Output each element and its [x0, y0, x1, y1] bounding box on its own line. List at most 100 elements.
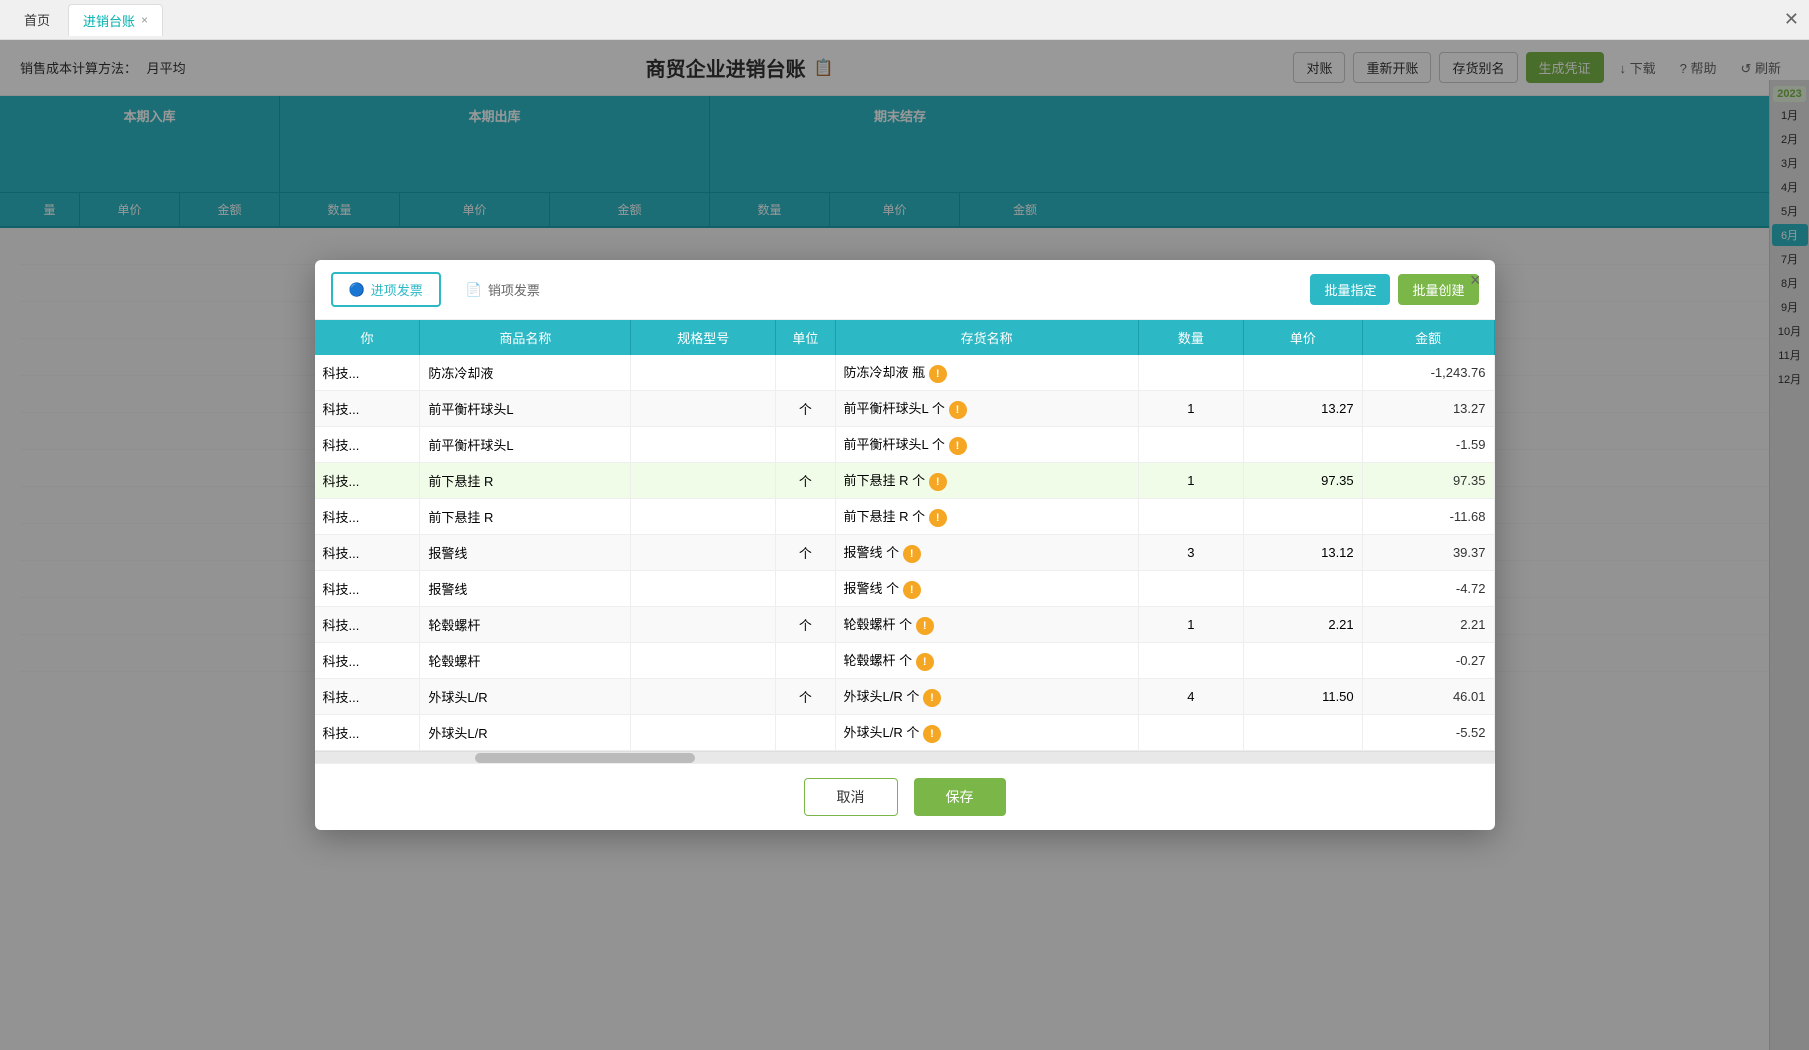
- cell-company: 科技...: [315, 571, 420, 607]
- warning-icon[interactable]: !: [929, 473, 947, 491]
- tab-close-icon[interactable]: ×: [141, 13, 148, 27]
- cell-spec: [631, 499, 776, 535]
- cell-stock: 前下悬挂 R 个 !: [835, 463, 1138, 499]
- table-row: 科技... 前平衡杆球头L 个 前平衡杆球头L 个 ! 1 13.27 13.2…: [315, 391, 1495, 427]
- table-row: 科技... 前下悬挂 R 前下悬挂 R 个 ! -11.68: [315, 499, 1495, 535]
- modal-header-actions: 批量指定 批量创建: [1310, 274, 1478, 305]
- batch-assign-button[interactable]: 批量指定: [1310, 274, 1390, 305]
- cell-amount: -4.72: [1362, 571, 1494, 607]
- cell-qty: [1138, 715, 1243, 751]
- tab-home[interactable]: 首页: [10, 4, 64, 35]
- cell-qty: [1138, 571, 1243, 607]
- warning-icon[interactable]: !: [903, 581, 921, 599]
- cell-amount: -0.27: [1362, 643, 1494, 679]
- cell-qty: [1138, 643, 1243, 679]
- tab-active-label: 进销台账: [83, 11, 135, 30]
- cell-price: [1244, 643, 1363, 679]
- cell-price: 11.50: [1244, 679, 1363, 715]
- tab-outgoing-invoice[interactable]: 📄 销项发票: [449, 273, 557, 306]
- cell-spec: [631, 355, 776, 391]
- cell-stock: 前平衡杆球头L 个 !: [835, 391, 1138, 427]
- cell-price: [1244, 499, 1363, 535]
- cell-amount: 46.01: [1362, 679, 1494, 715]
- warning-icon[interactable]: !: [949, 401, 967, 419]
- col-product: 商品名称: [420, 320, 631, 355]
- cell-spec: [631, 427, 776, 463]
- warning-icon[interactable]: !: [949, 437, 967, 455]
- cell-company: 科技...: [315, 535, 420, 571]
- cell-amount: 39.37: [1362, 535, 1494, 571]
- cell-qty: 4: [1138, 679, 1243, 715]
- table-row: 科技... 轮毂螺杆 个 轮毂螺杆 个 ! 1 2.21 2.21: [315, 607, 1495, 643]
- col-stock: 存货名称: [835, 320, 1138, 355]
- cell-product: 前平衡杆球头L: [420, 427, 631, 463]
- cell-amount: 97.35: [1362, 463, 1494, 499]
- warning-icon[interactable]: !: [929, 365, 947, 383]
- cell-unit: 个: [776, 607, 835, 643]
- incoming-tab-label: 进项发票: [371, 280, 423, 299]
- cell-company: 科技...: [315, 715, 420, 751]
- cell-company: 科技...: [315, 391, 420, 427]
- col-price: 单价: [1244, 320, 1363, 355]
- cell-company: 科技...: [315, 643, 420, 679]
- scroll-thumb[interactable]: [475, 753, 695, 763]
- modal-table-wrap: 你 商品名称 规格型号 单位 存货名称 数量 单价 金额 科技... 防冻冷却液: [315, 320, 1495, 751]
- cell-stock: 防冻冷却液 瓶 !: [835, 355, 1138, 391]
- warning-icon[interactable]: !: [916, 617, 934, 635]
- modal-overlay: 🔵 进项发票 📄 销项发票 批量指定 批量创建 ×: [0, 40, 1809, 1050]
- warning-icon[interactable]: !: [923, 689, 941, 707]
- col-spec: 规格型号: [631, 320, 776, 355]
- cell-price: [1244, 355, 1363, 391]
- cell-price: [1244, 427, 1363, 463]
- warning-icon[interactable]: !: [929, 509, 947, 527]
- cell-stock: 外球头L/R 个 !: [835, 679, 1138, 715]
- cell-qty: 1: [1138, 463, 1243, 499]
- cell-qty: 1: [1138, 391, 1243, 427]
- cell-qty: 3: [1138, 535, 1243, 571]
- cell-stock: 外球头L/R 个 !: [835, 715, 1138, 751]
- cell-qty: 1: [1138, 607, 1243, 643]
- warning-icon[interactable]: !: [923, 725, 941, 743]
- cell-stock: 前下悬挂 R 个 !: [835, 499, 1138, 535]
- cell-product: 报警线: [420, 535, 631, 571]
- cell-product: 前下悬挂 R: [420, 463, 631, 499]
- cell-amount: -1.59: [1362, 427, 1494, 463]
- modal-dialog: 🔵 进项发票 📄 销项发票 批量指定 批量创建 ×: [315, 260, 1495, 830]
- cell-product: 报警线: [420, 571, 631, 607]
- incoming-tab-icon: 🔵: [349, 282, 365, 298]
- cancel-button[interactable]: 取消: [804, 778, 898, 816]
- cell-price: 2.21: [1244, 607, 1363, 643]
- cell-spec: [631, 463, 776, 499]
- cell-company: 科技...: [315, 499, 420, 535]
- table-row: 科技... 外球头L/R 个 外球头L/R 个 ! 4 11.50 46.01: [315, 679, 1495, 715]
- outgoing-tab-label: 销项发票: [488, 280, 540, 299]
- window-close-button[interactable]: ✕: [1784, 9, 1799, 30]
- table-row: 科技... 报警线 个 报警线 个 ! 3 13.12 39.37: [315, 535, 1495, 571]
- cell-qty: [1138, 427, 1243, 463]
- warning-icon[interactable]: !: [916, 653, 934, 671]
- cell-product: 前下悬挂 R: [420, 499, 631, 535]
- cell-product: 外球头L/R: [420, 679, 631, 715]
- cell-unit: [776, 643, 835, 679]
- cell-amount: 2.21: [1362, 607, 1494, 643]
- table-row: 科技... 外球头L/R 外球头L/R 个 ! -5.52: [315, 715, 1495, 751]
- tab-active: 进销台账 ×: [68, 4, 163, 36]
- cell-spec: [631, 643, 776, 679]
- cell-price: [1244, 571, 1363, 607]
- cell-unit: [776, 715, 835, 751]
- cell-amount: 13.27: [1362, 391, 1494, 427]
- invoice-table: 你 商品名称 规格型号 单位 存货名称 数量 单价 金额 科技... 防冻冷却液: [315, 320, 1495, 751]
- col-company: 你: [315, 320, 420, 355]
- scroll-bar-area[interactable]: [315, 751, 1495, 763]
- cell-qty: [1138, 355, 1243, 391]
- batch-create-button[interactable]: 批量创建: [1398, 274, 1478, 305]
- cell-amount: -1,243.76: [1362, 355, 1494, 391]
- cell-unit: 个: [776, 391, 835, 427]
- cell-qty: [1138, 499, 1243, 535]
- cell-company: 科技...: [315, 607, 420, 643]
- save-button[interactable]: 保存: [914, 778, 1006, 816]
- modal-close-button[interactable]: ×: [1470, 270, 1481, 291]
- warning-icon[interactable]: !: [903, 545, 921, 563]
- tab-incoming-invoice[interactable]: 🔵 进项发票: [331, 272, 441, 307]
- cell-spec: [631, 715, 776, 751]
